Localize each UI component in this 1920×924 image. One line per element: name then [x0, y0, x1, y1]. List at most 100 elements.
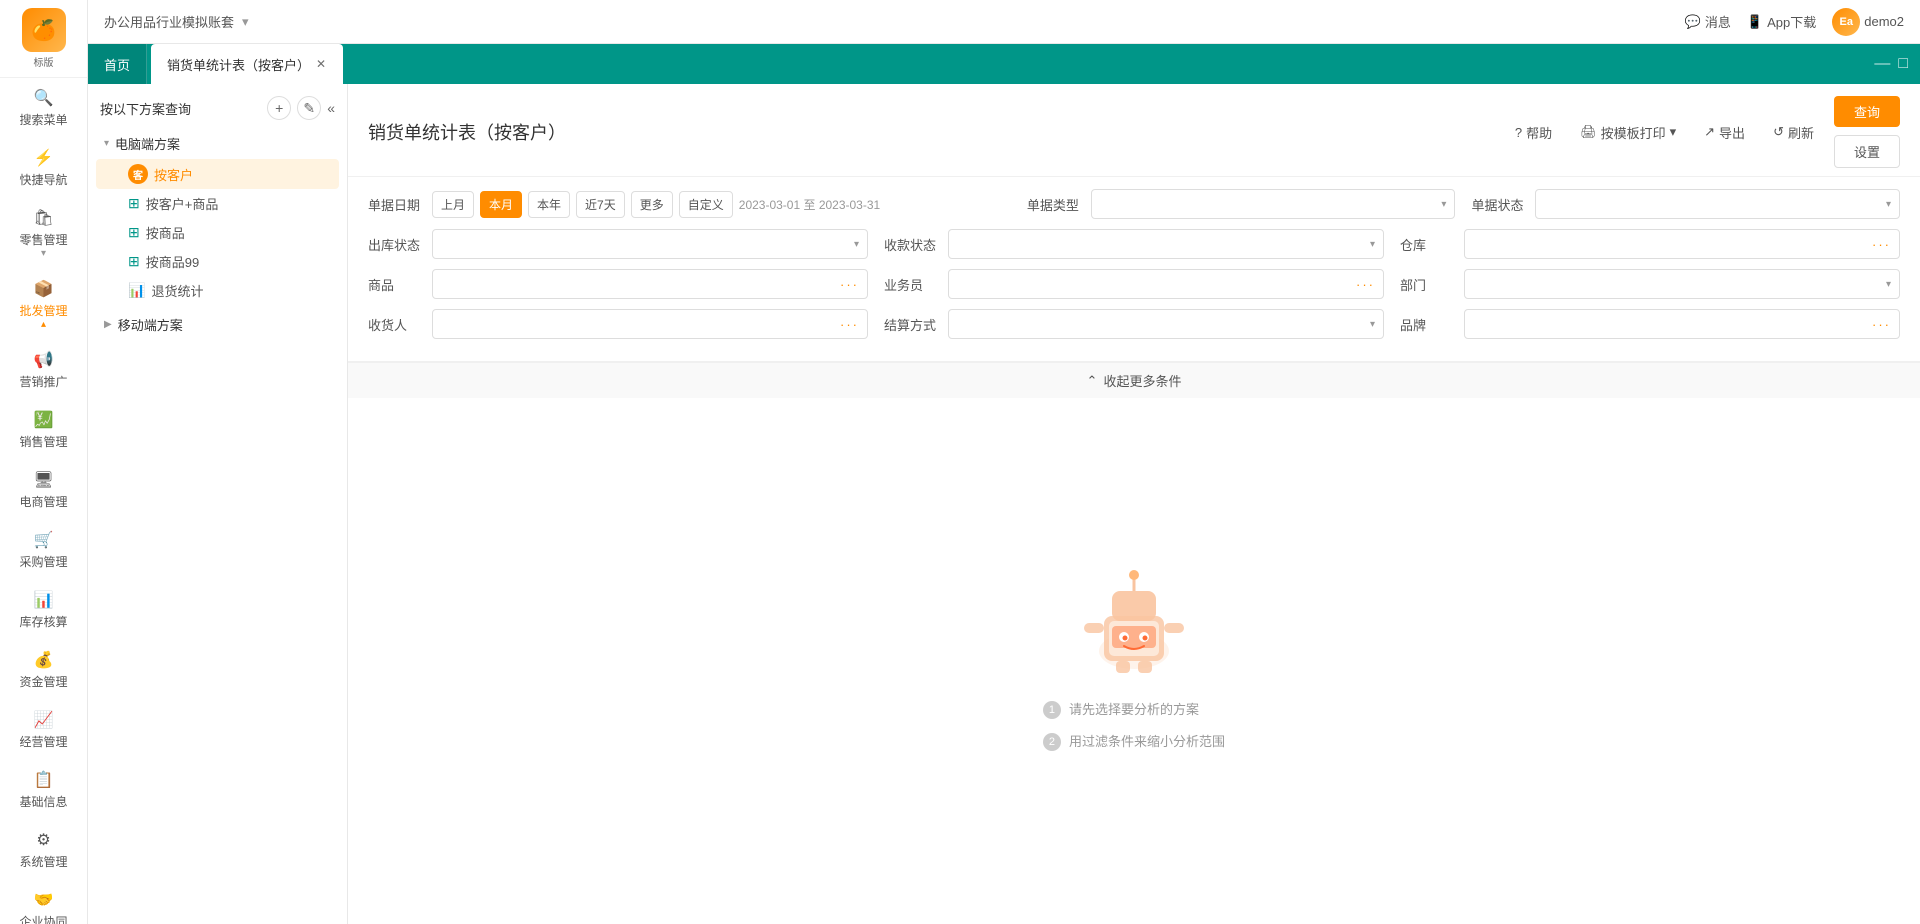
topbar-right: 💬 消息 📱 App下载 Ea demo2: [1685, 8, 1904, 36]
tree-child-returns[interactable]: 📊 退货统计: [96, 276, 339, 305]
brand-select[interactable]: ···: [1464, 309, 1900, 339]
filter-settlement: 结算方式 ▾: [884, 309, 1384, 339]
dept-select[interactable]: ▾: [1464, 269, 1900, 299]
sidebar-item-finance[interactable]: 💰 资金管理: [0, 640, 87, 700]
receiver-select[interactable]: ···: [432, 309, 868, 339]
sidebar-item-operations[interactable]: 📈 经营管理: [0, 700, 87, 760]
step2-text: 用过滤条件来缩小分析范围: [1069, 729, 1225, 755]
order-status-select[interactable]: ▾: [1535, 189, 1900, 219]
sidebar-item-inventory[interactable]: 📊 库存核算: [0, 580, 87, 640]
tab-maximize-btn[interactable]: □: [1898, 55, 1908, 73]
order-type-arrow: ▾: [1441, 199, 1446, 210]
system-icon: ⚙: [36, 830, 50, 850]
tree-child-by-customer-product-label: 按客户+商品: [146, 194, 219, 213]
tab-close-icon[interactable]: ✕: [316, 57, 326, 71]
dept-label: 部门: [1400, 275, 1456, 294]
inventory-icon: 📊: [34, 590, 54, 610]
customer-scheme-icon: 客: [128, 164, 148, 184]
refresh-btn[interactable]: ↺ 刷新: [1765, 119, 1822, 146]
tree-child-returns-label: 退货统计: [151, 281, 203, 300]
filter-order-status: 单据状态 ▾: [1471, 189, 1900, 219]
tree-child-by-customer[interactable]: 客 按客户: [96, 159, 339, 189]
date-btn-this-month[interactable]: 本月: [480, 191, 522, 218]
collapse-more-btn[interactable]: ⌃ 收起更多条件: [348, 362, 1920, 398]
returns-icon: 📊: [128, 282, 145, 299]
order-type-select[interactable]: ▾: [1091, 189, 1456, 219]
date-btn-last-month[interactable]: 上月: [432, 191, 474, 218]
settlement-arrow: ▾: [1370, 319, 1375, 330]
left-panel-actions: + ✎ «: [267, 96, 335, 120]
tree-parent-pc-label: 电脑端方案: [115, 134, 180, 153]
export-btn[interactable]: ↗ 导出: [1696, 119, 1753, 146]
app-download-btn[interactable]: 📱 App下载: [1747, 12, 1816, 31]
settings-btn[interactable]: 设置: [1834, 135, 1900, 168]
date-label: 单据日期: [368, 195, 424, 214]
sidebar-item-retail[interactable]: 🛍 零售管理 ▾: [0, 198, 87, 269]
tree-parent-mobile[interactable]: ▶ 移动端方案: [96, 309, 339, 340]
filter-row-4: 收货人 ··· 结算方式 ▾ 品牌: [368, 309, 1900, 339]
tab-sales-stats-label: 销货单统计表（按客户）: [167, 55, 310, 74]
settlement-select[interactable]: ▾: [948, 309, 1384, 339]
customer-product-icon: ⊞: [128, 195, 140, 212]
sidebar-item-search[interactable]: 🔍 搜索菜单: [0, 78, 87, 138]
sidebar-item-ecom[interactable]: 🖥 电商管理: [0, 460, 87, 520]
date-btn-more[interactable]: 更多: [631, 191, 673, 218]
operations-icon: 📈: [34, 710, 54, 730]
avatar: Ea: [1832, 8, 1860, 36]
query-btn[interactable]: 查询: [1834, 96, 1900, 127]
tab-home-label: 首页: [104, 55, 130, 74]
sidebar-item-basic-info[interactable]: 📋 基础信息: [0, 760, 87, 820]
filter-salesperson: 业务员 ···: [884, 269, 1384, 299]
filter-row-2: 出库状态 ▾ 收款状态 ▾ 仓库: [368, 229, 1900, 259]
edit-scheme-btn[interactable]: ✎: [297, 96, 321, 120]
sidebar-item-collab[interactable]: 🤝 企业协同: [0, 880, 87, 924]
date-btn-this-year[interactable]: 本年: [528, 191, 570, 218]
step2-num: 2: [1043, 733, 1061, 751]
product-icon: ⊞: [128, 224, 140, 241]
salesperson-label: 业务员: [884, 275, 940, 294]
collapse-up-icon: ⌃: [1087, 373, 1098, 389]
sidebar-item-quick-nav[interactable]: ⚡ 快捷导航: [0, 138, 87, 198]
date-btn-custom[interactable]: 自定义: [679, 191, 733, 218]
salesperson-select[interactable]: ···: [948, 269, 1384, 299]
brand-label: 品牌: [1400, 315, 1456, 334]
add-scheme-btn[interactable]: +: [267, 96, 291, 120]
print-btn[interactable]: 🖨 按模板打印 ▾: [1572, 119, 1684, 146]
breadcrumb-dropdown-icon[interactable]: ▾: [242, 14, 249, 30]
filter-brand: 品牌 ···: [1400, 309, 1900, 339]
product-select[interactable]: ···: [432, 269, 868, 299]
payment-status-select[interactable]: ▾: [948, 229, 1384, 259]
topbar-left: 办公用品行业模拟账套 ▾: [104, 12, 249, 31]
tab-home[interactable]: 首页: [88, 44, 147, 84]
product-filter-label: 商品: [368, 275, 424, 294]
tree-child-by-product99[interactable]: ⊞ 按商品99: [96, 247, 339, 276]
sidebar-item-sales[interactable]: 💹 销售管理: [0, 400, 87, 460]
out-status-select[interactable]: ▾: [432, 229, 868, 259]
sidebar-item-purchase[interactable]: 🛒 采购管理: [0, 520, 87, 580]
empty-state: 1 请先选择要分析的方案 2 用过滤条件来缩小分析范围: [348, 398, 1920, 924]
ecom-icon: 🖥: [33, 470, 53, 490]
tree-child-by-customer-product[interactable]: ⊞ 按客户+商品: [96, 189, 339, 218]
date-btn-7days[interactable]: 近7天: [576, 191, 625, 218]
help-btn[interactable]: ? 帮助: [1507, 119, 1560, 146]
collapse-panel-btn[interactable]: «: [327, 100, 335, 116]
warehouse-select[interactable]: ···: [1464, 229, 1900, 259]
brand-dots: ···: [1872, 317, 1891, 332]
left-panel-header: 按以下方案查询 + ✎ «: [88, 84, 347, 128]
logo-icon: 🍊: [22, 8, 66, 52]
message-btn[interactable]: 💬 消息: [1685, 12, 1731, 31]
tree-child-by-product[interactable]: ⊞ 按商品: [96, 218, 339, 247]
tree-parent-pc[interactable]: ▾ 电脑端方案: [96, 128, 339, 159]
filter-row-1: 单据日期 上月 本月 本年 近7天 更多 自定义 2023-03-01 至 20…: [368, 189, 1900, 219]
tree-arrow-mobile: ▶: [104, 319, 112, 330]
tab-sales-stats[interactable]: 销货单统计表（按客户） ✕: [151, 44, 343, 84]
sidebar-item-system[interactable]: ⚙ 系统管理: [0, 820, 87, 880]
sidebar-item-wholesale[interactable]: 📦 批发管理 ▴: [0, 269, 87, 340]
user-menu[interactable]: Ea demo2: [1832, 8, 1904, 36]
tabbar-actions: — □: [1862, 55, 1920, 73]
order-type-label: 单据类型: [1027, 195, 1083, 214]
sidebar-item-marketing[interactable]: 📢 营销推广: [0, 340, 87, 400]
right-panel: 销货单统计表（按客户） ? 帮助 🖨 按模板打印 ▾ ↗ 导出: [348, 84, 1920, 924]
payment-status-label: 收款状态: [884, 235, 940, 254]
tab-minimize-btn[interactable]: —: [1874, 55, 1890, 73]
